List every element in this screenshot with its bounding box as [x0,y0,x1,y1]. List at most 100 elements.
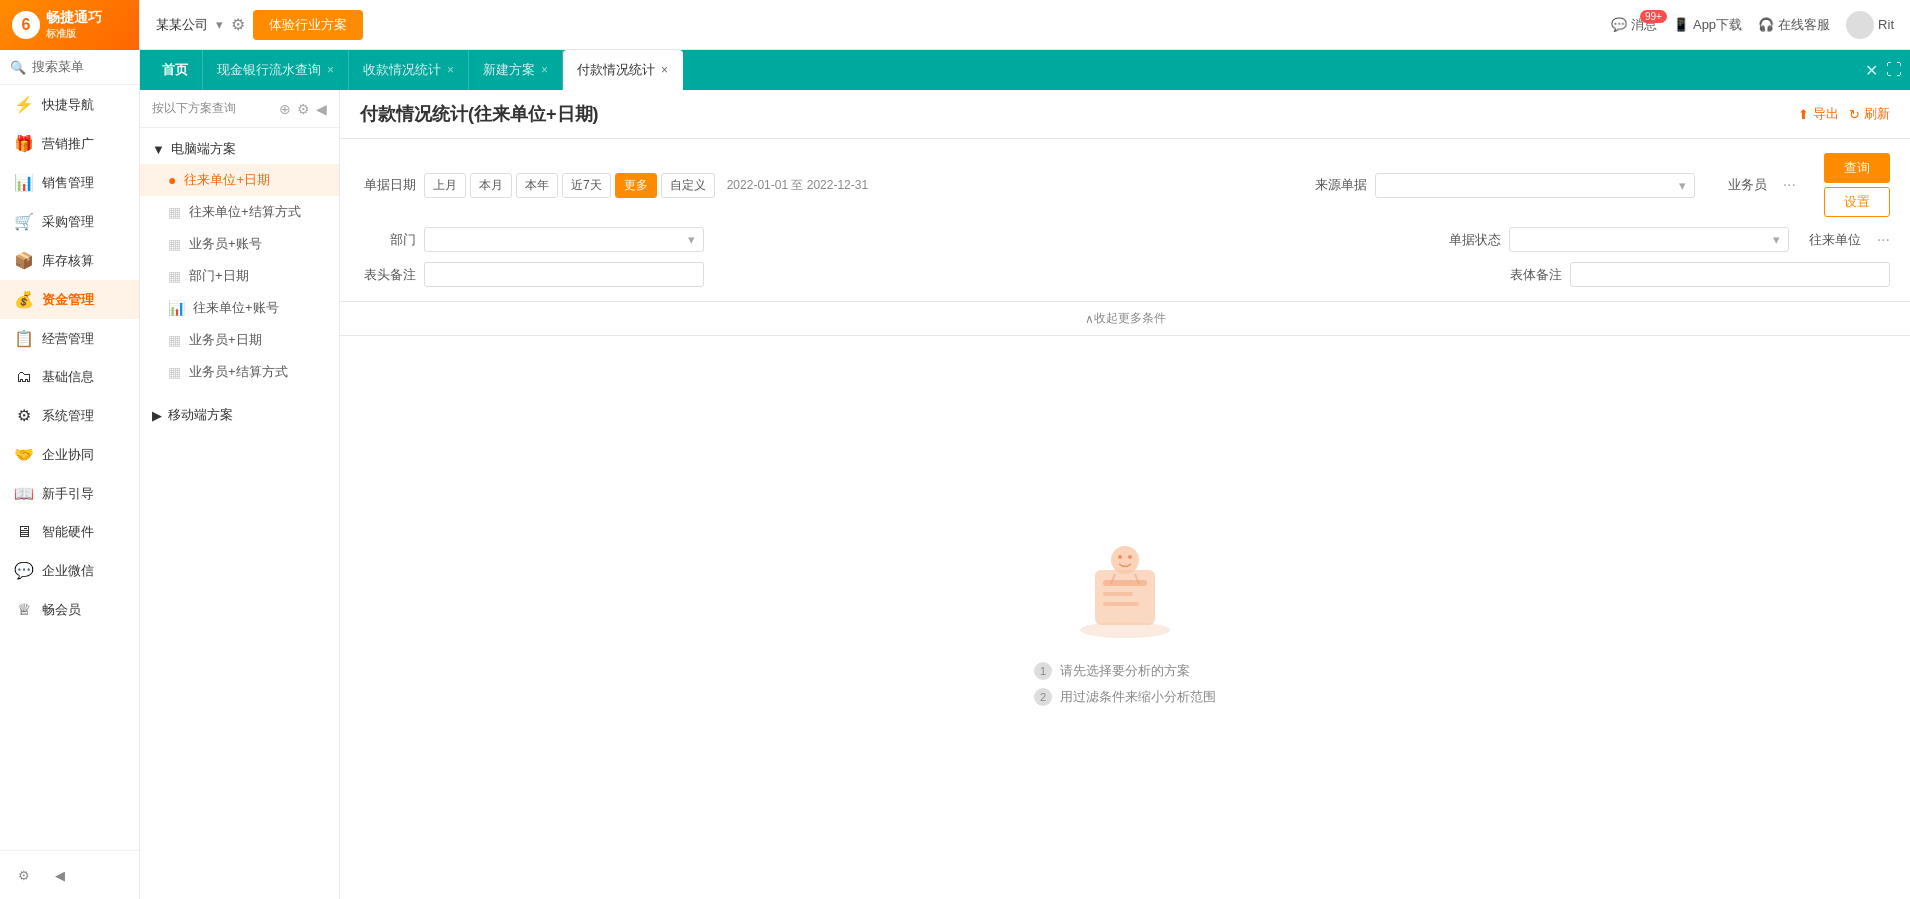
scheme-staff-account[interactable]: ▦ 业务员+账号 [140,228,339,260]
sidebar-item-member[interactable]: ♕ 畅会员 [0,590,139,629]
scheme-staff-settle[interactable]: ▦ 业务员+结算方式 [140,356,339,388]
header-note-label: 表头备注 [360,266,416,284]
sidebar-item-label: 企业协同 [42,446,94,464]
export-icon: ⬆ [1798,107,1809,122]
tab-new-scheme-close[interactable]: × [541,63,548,77]
doc-status-select[interactable]: ▾ [1509,227,1789,252]
desktop-scheme-group: ▼ 电脑端方案 ● 往来单位+日期 ▦ 往来单位+结算方式 ▦ 业务员+账号 ▦ [140,128,339,394]
tab-payment-stats[interactable]: 付款情况统计 × [563,50,683,90]
dept-select[interactable]: ▾ [424,227,704,252]
sidebar-item-operations[interactable]: 📋 经营管理 [0,319,139,358]
tab-home[interactable]: 首页 [148,50,203,90]
staff-select-dots[interactable]: ··· [1783,176,1796,194]
topbar: 某某公司 ▾ ⚙ 体验行业方案 💬 消息 99+ 📱 App下载 🎧 在线客服 … [140,0,1910,50]
sidebar-item-basic-info[interactable]: 🗂 基础信息 [0,358,139,396]
tabbar-close-all-icon[interactable]: ✕ [1865,61,1878,80]
sidebar-item-label: 营销推广 [42,135,94,153]
body-note-label: 表体备注 [1506,266,1562,284]
search-menu[interactable]: 🔍 搜索菜单 [0,50,139,85]
filter-row-1: 单据日期 上月 本月 本年 近7天 更多 自定义 2022-01-01 至 20… [360,153,1890,217]
scheme-dept-date[interactable]: ▦ 部门+日期 [140,260,339,292]
last-7-days-btn[interactable]: 近7天 [562,173,611,198]
staff-label: 业务员 [1711,176,1767,194]
scheme-dept-date-label: 部门+日期 [189,267,249,285]
partner-select-dots[interactable]: ··· [1877,231,1890,249]
trial-button[interactable]: 体验行业方案 [253,10,363,40]
refresh-button[interactable]: ↻ 刷新 [1849,105,1890,123]
online-service-button[interactable]: 🎧 在线客服 [1758,16,1830,34]
notification-icon: 💬 [1611,17,1627,32]
doc-status-label: 单据状态 [1445,231,1501,249]
enterprise-icon: 🤝 [14,445,34,464]
header-note-input[interactable] [424,262,704,287]
scheme-staff-date[interactable]: ▦ 业务员+日期 [140,324,339,356]
scheme-unit-settle[interactable]: ▦ 往来单位+结算方式 [140,196,339,228]
sidebar-item-inventory[interactable]: 📦 库存核算 [0,241,139,280]
tabbar-actions: ✕ ⛶ [1865,61,1902,80]
topbar-gear-icon[interactable]: ⚙ [231,15,245,34]
dept-filter-block: 部门 ▾ [360,227,1429,252]
sidebar-item-wechat[interactable]: 💬 企业微信 [0,551,139,590]
sidebar-collapse-button[interactable]: ◀ [46,861,74,889]
marketing-icon: 🎁 [14,134,34,153]
inventory-icon: 📦 [14,251,34,270]
svg-point-6 [1118,555,1122,559]
user-menu[interactable]: Rit [1846,11,1894,39]
collapse-bar[interactable]: ∧ 收起更多条件 [340,302,1910,336]
sidebar-item-sales[interactable]: 📊 销售管理 [0,163,139,202]
custom-date-btn[interactable]: 自定义 [661,173,715,198]
source-select[interactable]: ▾ [1375,173,1695,198]
sidebar-item-capital[interactable]: 💰 资金管理 [0,280,139,319]
sidebar-item-system[interactable]: ⚙ 系统管理 [0,396,139,435]
tab-receivables-close[interactable]: × [447,63,454,77]
tab-payment-stats-close[interactable]: × [661,63,668,77]
refresh-label: 刷新 [1864,105,1890,123]
more-date-btn[interactable]: 更多 [615,173,657,198]
tab-cash-flow-close[interactable]: × [327,63,334,77]
service-label: 在线客服 [1778,16,1830,34]
export-button[interactable]: ⬆ 导出 [1798,105,1839,123]
header-note-block: 表头备注 [360,262,1490,287]
sidebar-item-enterprise[interactable]: 🤝 企业协同 [0,435,139,474]
settings-button[interactable]: 设置 [1824,187,1890,217]
scheme-settings-icon[interactable]: ⚙ [297,101,310,117]
query-button[interactable]: 查询 [1824,153,1890,183]
scheme-unit-settle-label: 往来单位+结算方式 [189,203,301,221]
panel-header: 按以下方案查询 ⊕ ⚙ ◀ [140,90,339,128]
sidebar-item-label: 畅会员 [42,601,81,619]
logo-sub: 标准版 [46,27,102,41]
company-dropdown-icon[interactable]: ▾ [216,17,223,32]
tabbar-expand-icon[interactable]: ⛶ [1886,61,1902,80]
sidebar-item-guide[interactable]: 📖 新手引导 [0,474,139,513]
mobile-group-title[interactable]: ▶ 移动端方案 [140,400,339,430]
this-year-btn[interactable]: 本年 [516,173,558,198]
sidebar-settings-button[interactable]: ⚙ [10,861,38,889]
sidebar-item-marketing[interactable]: 🎁 营销推广 [0,124,139,163]
last-month-btn[interactable]: 上月 [424,173,466,198]
scheme-collapse-icon[interactable]: ◀ [316,101,327,117]
app-label: App下载 [1693,16,1742,34]
company-name: 某某公司 [156,16,208,34]
scheme-unit-account[interactable]: 📊 往来单位+账号 [140,292,339,324]
sidebar-item-quick-nav[interactable]: ⚡ 快捷导航 [0,85,139,124]
body-note-input[interactable] [1570,262,1890,287]
collapse-label: 收起更多条件 [1094,310,1166,327]
export-label: 导出 [1813,105,1839,123]
this-month-btn[interactable]: 本月 [470,173,512,198]
app-download-button[interactable]: 📱 App下载 [1673,16,1742,34]
sidebar-item-purchase[interactable]: 🛒 采购管理 [0,202,139,241]
add-scheme-icon[interactable]: ⊕ [279,101,291,117]
partner-label: 往来单位 [1805,231,1861,249]
tab-receivables[interactable]: 收款情况统计 × [349,50,469,90]
desktop-group-title[interactable]: ▼ 电脑端方案 [140,134,339,164]
sidebar-item-hardware[interactable]: 🖥 智能硬件 [0,513,139,551]
scheme-unit-date[interactable]: ● 往来单位+日期 [140,164,339,196]
logo-text: 畅捷通巧 标准版 [46,9,102,41]
notification-button[interactable]: 💬 消息 99+ [1611,16,1657,34]
tab-new-scheme[interactable]: 新建方案 × [469,50,563,90]
panel-header-icons: ⊕ ⚙ ◀ [279,101,327,117]
topbar-left: 某某公司 ▾ ⚙ 体验行业方案 [156,10,1599,40]
search-label: 搜索菜单 [32,58,84,76]
logo: 6 畅捷通巧 标准版 [0,0,139,50]
tab-cash-flow[interactable]: 现金银行流水查询 × [203,50,349,90]
